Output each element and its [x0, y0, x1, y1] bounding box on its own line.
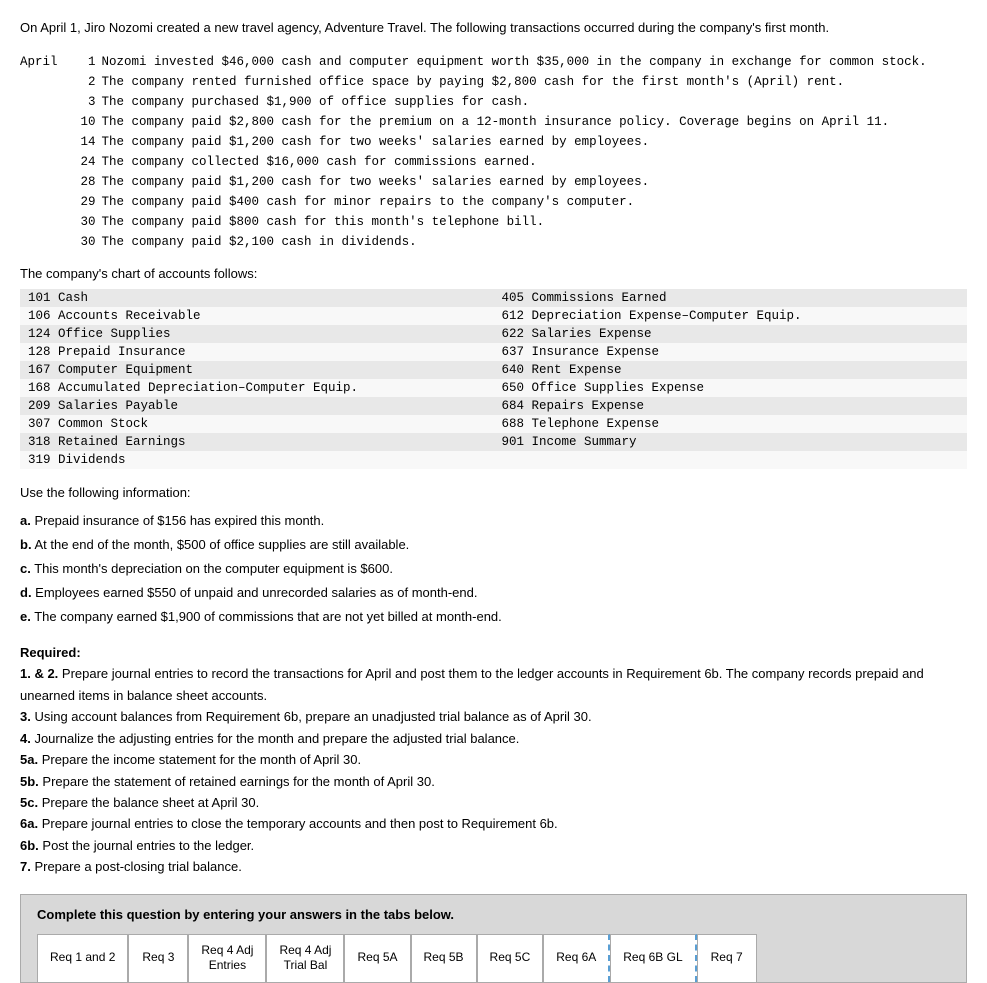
transaction-text: The company paid $2,100 cash in dividend… — [102, 232, 417, 252]
tab-req5c[interactable]: Req 5C — [477, 934, 544, 982]
transaction-day: 2 — [68, 72, 96, 92]
use-heading: Use the following information: — [20, 485, 967, 500]
transaction-text: The company collected $16,000 cash for c… — [102, 152, 537, 172]
account-left: 319 Dividends — [20, 451, 494, 469]
transaction-entry: 28 The company paid $1,200 cash for two w… — [68, 172, 927, 192]
tab-req6a[interactable]: Req 6A — [543, 934, 610, 982]
transaction-text: The company paid $1,200 cash for two wee… — [102, 132, 650, 152]
transaction-day: 29 — [68, 192, 96, 212]
transaction-day: 10 — [68, 112, 96, 132]
required-item: 3. Using account balances from Requireme… — [20, 706, 967, 727]
adjustments-section: a. Prepaid insurance of $156 has expired… — [20, 510, 967, 628]
intro-paragraph: On April 1, Jiro Nozomi created a new tr… — [20, 18, 967, 38]
account-left: 167 Computer Equipment — [20, 361, 494, 379]
required-item: 5a. Prepare the income statement for the… — [20, 749, 967, 770]
transaction-day: 30 — [68, 212, 96, 232]
transaction-text: The company rented furnished office spac… — [102, 72, 845, 92]
adjustment-item: e. The company earned $1,900 of commissi… — [20, 606, 967, 628]
transaction-entry: 1 Nozomi invested $46,000 cash and comput… — [68, 52, 927, 72]
transaction-day: 28 — [68, 172, 96, 192]
tab-req7[interactable]: Req 7 — [697, 934, 757, 982]
transaction-text: Nozomi invested $46,000 cash and compute… — [102, 52, 927, 72]
account-left: 318 Retained Earnings — [20, 433, 494, 451]
required-item: 1. & 2. Prepare journal entries to recor… — [20, 663, 967, 706]
required-title: Required: — [20, 645, 81, 660]
adjustment-item: d. Employees earned $550 of unpaid and u… — [20, 582, 967, 604]
adjustment-item: c. This month's depreciation on the comp… — [20, 558, 967, 580]
account-left: 106 Accounts Receivable — [20, 307, 494, 325]
account-left: 128 Prepaid Insurance — [20, 343, 494, 361]
adjustment-item: b. At the end of the month, $500 of offi… — [20, 534, 967, 556]
transaction-entry: 14 The company paid $1,200 cash for two w… — [68, 132, 927, 152]
tabs-row: Req 1 and 2Req 3Req 4 Adj EntriesReq 4 A… — [37, 934, 950, 982]
account-right: 650 Office Supplies Expense — [494, 379, 968, 397]
account-right — [494, 451, 968, 469]
tab-req4adj[interactable]: Req 4 Adj Entries — [188, 934, 266, 982]
account-left: 307 Common Stock — [20, 415, 494, 433]
account-left: 101 Cash — [20, 289, 494, 307]
account-left: 124 Office Supplies — [20, 325, 494, 343]
transaction-text: The company paid $400 cash for minor rep… — [102, 192, 635, 212]
transaction-entry: 30 The company paid $800 cash for this mo… — [68, 212, 927, 232]
accounts-table: 101 Cash 405 Commissions Earned 106 Acco… — [20, 289, 967, 469]
account-left: 209 Salaries Payable — [20, 397, 494, 415]
transaction-entry: 24 The company collected $16,000 cash for… — [68, 152, 927, 172]
tab-req4adjbal[interactable]: Req 4 Adj Trial Bal — [266, 934, 344, 982]
tab-req1and2[interactable]: Req 1 and 2 — [37, 934, 128, 982]
transaction-day: 24 — [68, 152, 96, 172]
transaction-day: 14 — [68, 132, 96, 152]
tab-req3[interactable]: Req 3 — [128, 934, 188, 982]
transaction-text: The company paid $2,800 cash for the pre… — [102, 112, 890, 132]
transaction-text: The company paid $800 cash for this mont… — [102, 212, 545, 232]
tab-req5b[interactable]: Req 5B — [411, 934, 477, 982]
page: On April 1, Jiro Nozomi created a new tr… — [0, 0, 987, 983]
account-right: 901 Income Summary — [494, 433, 968, 451]
tab-req6bgl[interactable]: Req 6B GL — [610, 934, 696, 982]
month-label: April — [20, 52, 60, 72]
transaction-entry: 3 The company purchased $1,900 of office … — [68, 92, 927, 112]
required-item: 5c. Prepare the balance sheet at April 3… — [20, 792, 967, 813]
account-right: 684 Repairs Expense — [494, 397, 968, 415]
required-item: 7. Prepare a post-closing trial balance. — [20, 856, 967, 877]
transaction-day: 1 — [68, 52, 96, 72]
transaction-text: The company purchased $1,900 of office s… — [102, 92, 530, 112]
transaction-entry: 2 The company rented furnished office spa… — [68, 72, 927, 92]
account-right: 405 Commissions Earned — [494, 289, 968, 307]
chart-heading: The company's chart of accounts follows: — [20, 266, 967, 281]
account-right: 612 Depreciation Expense–Computer Equip. — [494, 307, 968, 325]
transaction-text: The company paid $1,200 cash for two wee… — [102, 172, 650, 192]
required-section: Required: 1. & 2. Prepare journal entrie… — [20, 642, 967, 878]
tab-req5a[interactable]: Req 5A — [344, 934, 410, 982]
account-right: 622 Salaries Expense — [494, 325, 968, 343]
bottom-box: Complete this question by entering your … — [20, 894, 967, 983]
transaction-entry: 10 The company paid $2,800 cash for the p… — [68, 112, 927, 132]
transactions-section: April 1 Nozomi invested $46,000 cash and … — [20, 52, 967, 252]
required-item: 4. Journalize the adjusting entries for … — [20, 728, 967, 749]
account-right: 637 Insurance Expense — [494, 343, 968, 361]
entries-list: 1 Nozomi invested $46,000 cash and comput… — [68, 52, 927, 252]
required-item: 6b. Post the journal entries to the ledg… — [20, 835, 967, 856]
account-left: 168 Accumulated Depreciation–Computer Eq… — [20, 379, 494, 397]
required-item: 5b. Prepare the statement of retained ea… — [20, 771, 967, 792]
transaction-entry: 30 The company paid $2,100 cash in divide… — [68, 232, 927, 252]
transaction-day: 3 — [68, 92, 96, 112]
account-right: 688 Telephone Expense — [494, 415, 968, 433]
transaction-day: 30 — [68, 232, 96, 252]
complete-text: Complete this question by entering your … — [37, 907, 950, 922]
account-right: 640 Rent Expense — [494, 361, 968, 379]
transaction-entry: 29 The company paid $400 cash for minor r… — [68, 192, 927, 212]
required-item: 6a. Prepare journal entries to close the… — [20, 813, 967, 834]
adjustment-item: a. Prepaid insurance of $156 has expired… — [20, 510, 967, 532]
